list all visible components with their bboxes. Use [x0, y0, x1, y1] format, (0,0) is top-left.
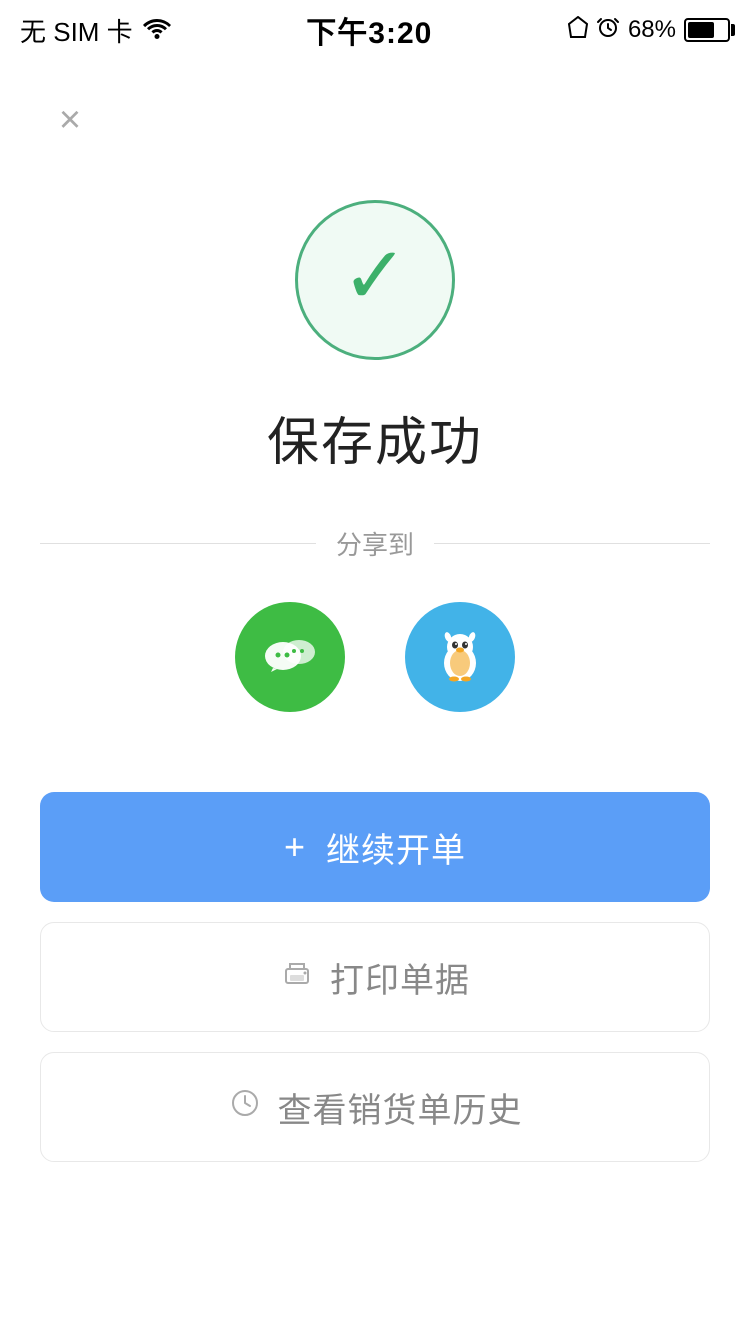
close-icon: × [59, 101, 81, 139]
status-left: 无 SIM 卡 [20, 12, 171, 49]
success-circle: ✓ [295, 200, 455, 360]
status-bar: 无 SIM 卡 下午3:20 68% [0, 0, 750, 60]
share-divider: 分享到 [40, 525, 710, 562]
wechat-icon [257, 624, 323, 690]
share-icons [235, 602, 515, 712]
battery-pct: 68% [628, 16, 676, 44]
print-button[interactable]: 打印单据 [40, 922, 710, 1032]
plus-icon: + [284, 826, 306, 868]
alarm-icon [596, 15, 620, 46]
divider-left [40, 543, 316, 544]
share-label: 分享到 [336, 525, 414, 562]
print-icon [280, 956, 314, 999]
location-icon [568, 16, 588, 45]
divider-right [434, 543, 710, 544]
history-icon [228, 1086, 262, 1129]
status-time: 下午3:20 [306, 8, 432, 52]
close-button[interactable]: × [30, 80, 110, 160]
success-title: 保存成功 [267, 400, 483, 475]
status-right: 68% [568, 15, 730, 46]
battery-icon [684, 18, 730, 42]
continue-button[interactable]: + 继续开单 [40, 792, 710, 902]
wifi-icon [143, 15, 171, 46]
history-label: 查看销货单历史 [278, 1083, 523, 1132]
action-buttons: + 继续开单 打印单据 查看销货单历史 [40, 792, 710, 1162]
continue-label: 继续开单 [326, 823, 466, 872]
print-label: 打印单据 [330, 953, 470, 1002]
checkmark-icon: ✓ [341, 236, 408, 316]
history-button[interactable]: 查看销货单历史 [40, 1052, 710, 1162]
qq-icon [430, 627, 490, 687]
no-sim-label: 无 SIM 卡 [20, 12, 133, 49]
qq-share-button[interactable] [405, 602, 515, 712]
wechat-share-button[interactable] [235, 602, 345, 712]
main-content: ✓ 保存成功 分享到 [0, 180, 750, 1334]
